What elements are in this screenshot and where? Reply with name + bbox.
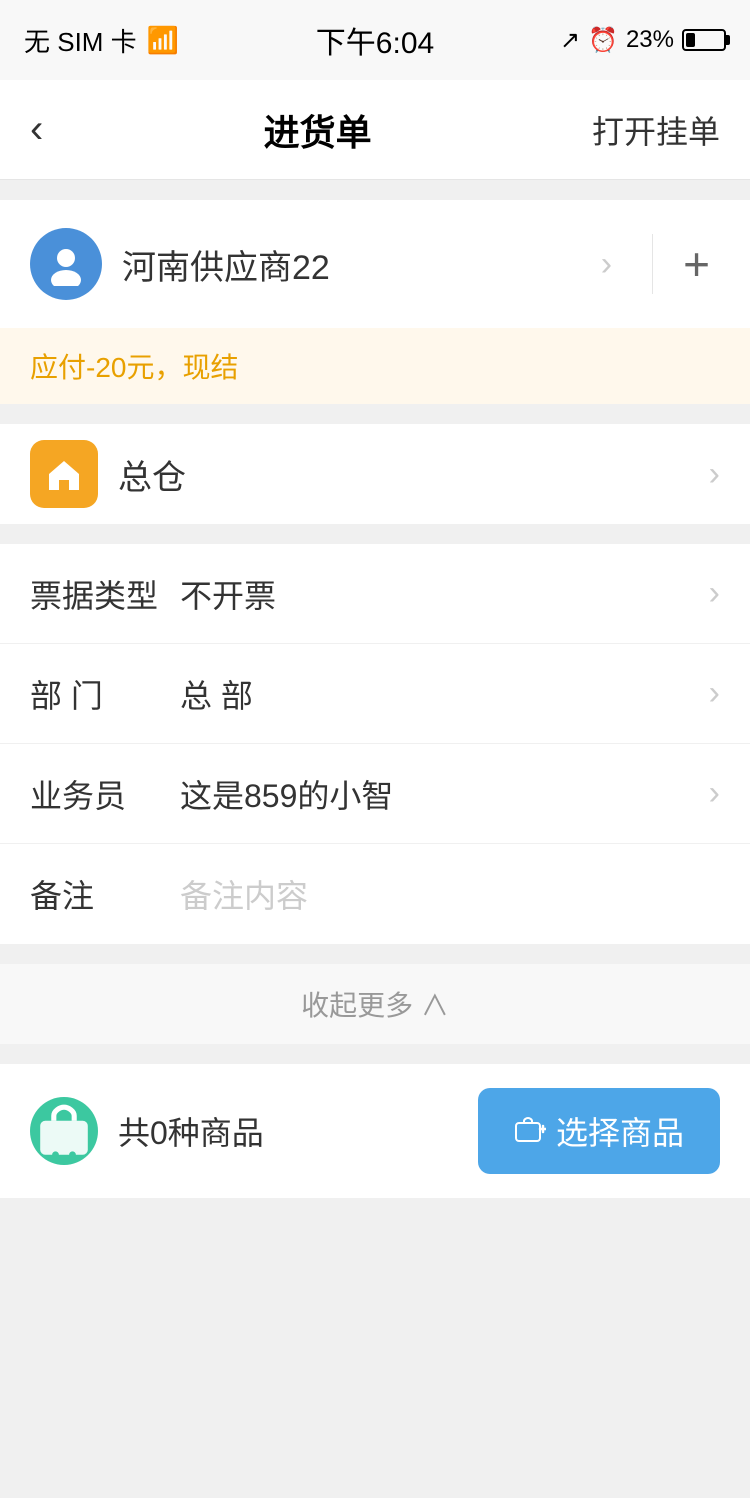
department-row[interactable]: 部 门 总 部 › bbox=[0, 644, 750, 744]
invoice-type-value: 不开票 bbox=[170, 571, 709, 617]
salesperson-row[interactable]: 业务员 这是859的小智 › bbox=[0, 744, 750, 844]
product-count-label: 共0种商品 bbox=[118, 1108, 478, 1154]
remark-row[interactable]: 备注 备注内容 bbox=[0, 844, 750, 944]
notice-banner: 应付-20元，现结 bbox=[0, 328, 750, 404]
invoice-type-label: 票据类型 bbox=[30, 571, 170, 617]
supplier-section: 河南供应商22 › + bbox=[0, 200, 750, 328]
status-right: ↗ ⏰ 23% bbox=[560, 26, 726, 55]
back-button[interactable]: ‹ bbox=[30, 107, 43, 152]
divider-vertical bbox=[652, 234, 653, 294]
status-left: 无 SIM 卡 📶 bbox=[24, 22, 179, 59]
select-product-button[interactable]: 选择商品 bbox=[478, 1088, 720, 1174]
remark-input[interactable]: 备注内容 bbox=[170, 871, 720, 917]
department-label: 部 门 bbox=[30, 671, 170, 717]
invoice-type-chevron-icon: › bbox=[709, 574, 720, 613]
warehouse-chevron-icon: › bbox=[709, 455, 720, 494]
product-section: 共0种商品 选择商品 bbox=[0, 1064, 750, 1198]
warehouse-row[interactable]: 总仓 › bbox=[0, 424, 750, 524]
invoice-type-row[interactable]: 票据类型 不开票 › bbox=[0, 544, 750, 644]
warehouse-section: 总仓 › bbox=[0, 424, 750, 524]
supplier-avatar bbox=[30, 228, 102, 300]
warehouse-label: 总仓 bbox=[118, 450, 709, 499]
supplier-name: 河南供应商22 bbox=[122, 240, 601, 289]
carrier-label: 无 SIM 卡 bbox=[24, 22, 137, 59]
salesperson-chevron-icon: › bbox=[709, 774, 720, 813]
supplier-chevron-icon: › bbox=[601, 245, 612, 284]
battery-percent: 23% bbox=[626, 26, 674, 54]
select-product-icon bbox=[514, 1115, 546, 1147]
bottom-background bbox=[0, 1198, 750, 1498]
page-title: 进货单 bbox=[264, 104, 372, 156]
department-chevron-icon: › bbox=[709, 674, 720, 713]
collapse-label: 收起更多 ∧ bbox=[301, 984, 449, 1024]
form-section: 票据类型 不开票 › 部 门 总 部 › 业务员 这是859的小智 › 备注 备… bbox=[0, 544, 750, 944]
notice-text: 应付-20元，现结 bbox=[30, 352, 238, 383]
salesperson-value: 这是859的小智 bbox=[170, 771, 709, 817]
section-gap-1 bbox=[0, 180, 750, 200]
battery-icon bbox=[682, 29, 726, 51]
add-supplier-button[interactable]: + bbox=[673, 237, 720, 291]
collapse-row[interactable]: 收起更多 ∧ bbox=[0, 964, 750, 1044]
open-pending-button[interactable]: 打开挂单 bbox=[592, 107, 720, 153]
department-value: 总 部 bbox=[170, 671, 709, 717]
nav-bar: ‹ 进货单 打开挂单 bbox=[0, 80, 750, 180]
supplier-row[interactable]: 河南供应商22 › bbox=[30, 200, 632, 328]
home-icon bbox=[44, 454, 84, 494]
product-icon bbox=[30, 1097, 98, 1165]
select-product-label: 选择商品 bbox=[556, 1108, 684, 1154]
remark-label: 备注 bbox=[30, 871, 170, 917]
status-bar: 无 SIM 卡 📶 下午6:04 ↗ ⏰ 23% bbox=[0, 0, 750, 80]
cart-icon bbox=[30, 1097, 98, 1165]
alarm-icon: ⏰ bbox=[588, 26, 618, 55]
status-time: 下午6:04 bbox=[316, 18, 434, 62]
salesperson-label: 业务员 bbox=[30, 771, 170, 817]
person-icon bbox=[44, 242, 88, 286]
wifi-icon: 📶 bbox=[147, 25, 179, 56]
warehouse-icon bbox=[30, 440, 98, 508]
location-icon: ↗ bbox=[560, 26, 580, 55]
